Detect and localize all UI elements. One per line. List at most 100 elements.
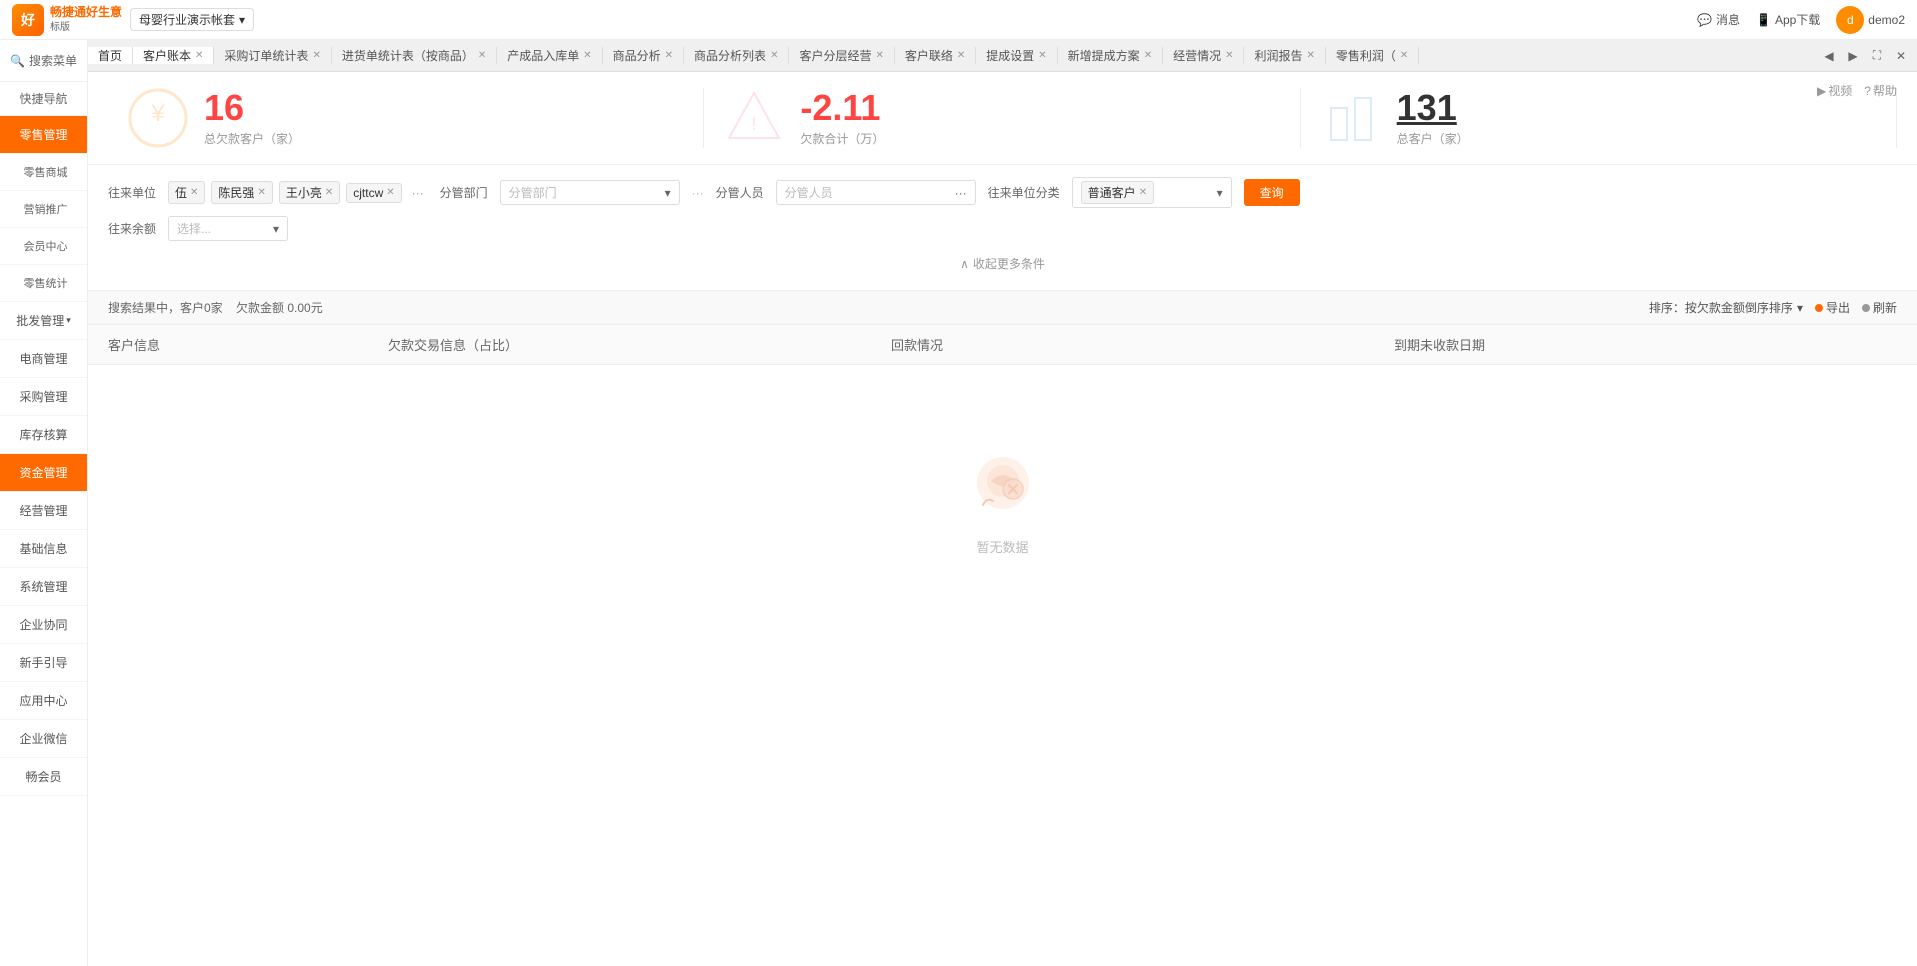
filter-tag-wang-remove[interactable]: ✕ — [325, 187, 333, 198]
help-btn[interactable]: ? 帮助 — [1864, 82, 1897, 99]
user-btn[interactable]: d demo2 — [1836, 6, 1905, 34]
tab-purchase-order-close[interactable]: ✕ — [312, 50, 320, 61]
stat-item-total: 131 总客户（家） — [1301, 88, 1897, 148]
svg-text:¥: ¥ — [150, 100, 165, 127]
video-help-btn[interactable]: ▶ 视频 — [1817, 82, 1852, 99]
sidebar-item-inventory[interactable]: 库存核算 — [0, 416, 87, 454]
sidebar-item-basic[interactable]: 基础信息 — [0, 530, 87, 568]
tab-next-btn[interactable]: ▶ — [1843, 46, 1863, 66]
stat-number-total: 131 — [1397, 90, 1469, 126]
sidebar-item-purchase[interactable]: 采购管理 — [0, 378, 87, 416]
tab-fullscreen-btn[interactable]: ⛶ — [1867, 46, 1887, 66]
person-more-icon: ··· — [955, 186, 967, 200]
tab-purchase-order[interactable]: 采购订单统计表 ✕ — [214, 47, 331, 64]
export-btn[interactable]: 导出 — [1815, 299, 1850, 316]
sidebar-item-wholesale-mgmt[interactable]: 批发管理 ▾ — [0, 302, 87, 340]
filter-tag-cjttcw[interactable]: cjttcw ✕ — [346, 183, 401, 203]
refresh-btn[interactable]: 刷新 — [1862, 299, 1897, 316]
sidebar-item-weixin[interactable]: 企业微信 — [0, 720, 87, 758]
tab-retail-profit-close[interactable]: ✕ — [1400, 50, 1408, 61]
message-btn[interactable]: 💬 消息 — [1697, 11, 1740, 28]
classify-filter-select[interactable]: 普通客户 ✕ ▾ — [1072, 177, 1232, 208]
header-right: 💬 消息 📱 App下载 d demo2 — [1697, 6, 1905, 34]
tab-home[interactable]: 首页 — [88, 47, 133, 64]
tab-product-analysis[interactable]: 商品分析 ✕ — [603, 47, 684, 64]
col-header-repayment: 回款情况 — [891, 335, 1394, 354]
sidebar-item-apps[interactable]: 应用中心 — [0, 682, 87, 720]
search-menu-btn[interactable]: 🔍 搜索菜单 — [6, 48, 81, 73]
tab-customer-ledger-label: 客户账本 — [143, 47, 191, 64]
quick-nav-btn[interactable]: 快捷导航 — [0, 82, 87, 116]
tab-customer-layer[interactable]: 客户分层经营 ✕ — [789, 47, 894, 64]
sidebar-item-ecommerce[interactable]: 电商管理 — [0, 340, 87, 378]
tab-customer-contact[interactable]: 客户联络 ✕ — [895, 47, 976, 64]
collapse-btn[interactable]: ∧ 收起更多条件 — [108, 249, 1897, 278]
tab-customer-layer-close[interactable]: ✕ — [875, 50, 883, 61]
tab-product-analysis-label: 商品分析 — [613, 47, 661, 64]
tab-product-analysis-list-close[interactable]: ✕ — [770, 50, 778, 61]
tab-close-all-btn[interactable]: ✕ — [1891, 46, 1911, 66]
tab-product-analysis-close[interactable]: ✕ — [665, 50, 673, 61]
tab-product-instock-close[interactable]: ✕ — [583, 50, 591, 61]
balance-filter-label: 往来余额 — [108, 220, 156, 237]
tab-retail-profit[interactable]: 零售利润（ ✕ — [1326, 47, 1419, 64]
unit-filter-more[interactable]: ··· — [408, 184, 428, 202]
demo-select[interactable]: 母婴行业演示帐套 ▾ — [130, 8, 254, 31]
sidebar-item-enterprise[interactable]: 企业协同 — [0, 606, 87, 644]
sidebar-item-finance[interactable]: 资金管理 — [0, 454, 87, 492]
tab-ops-status-close[interactable]: ✕ — [1225, 50, 1233, 61]
search-menu-label: 搜索菜单 — [29, 52, 77, 69]
refresh-dot — [1862, 304, 1870, 312]
quick-nav-label: 快捷导航 — [19, 90, 67, 107]
tab-profit-report-close[interactable]: ✕ — [1307, 50, 1315, 61]
stat-label-amount: 欠款合计（万） — [800, 130, 884, 147]
sidebar-item-ops[interactable]: 经营管理 — [0, 492, 87, 530]
col-header-debt: 欠款交易信息（占比） — [388, 335, 891, 354]
sidebar-item-marketing[interactable]: 营销推广 — [0, 191, 87, 228]
filter-tag-wu-remove[interactable]: ✕ — [190, 187, 198, 198]
filter-tag-chen-remove[interactable]: ✕ — [257, 187, 265, 198]
tab-customer-ledger-close[interactable]: ✕ — [195, 50, 203, 61]
dept-dropdown-icon: ▾ — [665, 186, 671, 200]
question-icon: ? — [1864, 84, 1871, 98]
tab-new-commission[interactable]: 新增提成方案 ✕ — [1058, 47, 1163, 64]
tab-commission-setting[interactable]: 提成设置 ✕ — [976, 47, 1057, 64]
sidebar-item-system[interactable]: 系统管理 — [0, 568, 87, 606]
person-filter-input[interactable]: 分管人员 ··· — [776, 180, 976, 205]
sidebar-item-retail-mgmt[interactable]: 零售管理 — [0, 116, 87, 154]
balance-filter-select[interactable]: 选择... ▾ — [168, 216, 288, 241]
dept-filter-select[interactable]: 分管部门 ▾ — [500, 180, 680, 205]
tab-customer-contact-close[interactable]: ✕ — [957, 50, 965, 61]
help-label: 帮助 — [1873, 82, 1897, 99]
query-btn[interactable]: 查询 — [1244, 179, 1300, 206]
filter-tag-wang[interactable]: 王小亮 ✕ — [279, 181, 340, 204]
download-btn[interactable]: 📱 App下载 — [1756, 11, 1820, 28]
sidebar-item-retail-stats[interactable]: 零售统计 — [0, 265, 87, 302]
normal-customer-remove[interactable]: ✕ — [1139, 187, 1147, 198]
classify-filter-label: 往来单位分类 — [988, 184, 1060, 201]
sidebar-item-retail-mall[interactable]: 零售商城 — [0, 154, 87, 191]
tab-product-analysis-list[interactable]: 商品分析列表 ✕ — [684, 47, 789, 64]
tab-prev-btn[interactable]: ◀ — [1819, 46, 1839, 66]
tab-profit-report[interactable]: 利润报告 ✕ — [1244, 47, 1325, 64]
sidebar-item-guide[interactable]: 新手引导 — [0, 644, 87, 682]
filter-tag-cjttcw-remove[interactable]: ✕ — [386, 187, 394, 198]
tab-customer-ledger[interactable]: 客户账本 ✕ — [133, 47, 214, 64]
dept-more-icon[interactable]: ··· — [692, 186, 704, 200]
tab-ops-status[interactable]: 经营情况 ✕ — [1163, 47, 1244, 64]
filter-tag-wu[interactable]: 伍 ✕ — [168, 181, 205, 204]
main-layout: 🔍 搜索菜单 快捷导航 零售管理 零售商城 营销推广 会员中心 零售统计 批发管… — [0, 40, 1917, 966]
stat-values-customers: 16 总欠款客户（家） — [204, 90, 300, 147]
tab-purchase-stats-close[interactable]: ✕ — [478, 50, 486, 61]
person-placeholder: 分管人员 — [785, 184, 833, 201]
filter-tag-chen[interactable]: 陈民强 ✕ — [211, 181, 272, 204]
tab-purchase-stats[interactable]: 进货单统计表（按商品） ✕ — [332, 47, 497, 64]
sidebar-item-member-center[interactable]: 会员中心 — [0, 228, 87, 265]
tab-product-instock[interactable]: 产成品入库单 ✕ — [497, 47, 602, 64]
tab-product-analysis-list-label: 商品分析列表 — [694, 47, 766, 64]
sidebar-item-member[interactable]: 畅会员 — [0, 758, 87, 796]
sort-select[interactable]: 排序：按欠款金额倒序排序 ▾ — [1649, 299, 1803, 316]
filter-tag-normal-customer[interactable]: 普通客户 ✕ — [1081, 181, 1154, 204]
tab-new-commission-close[interactable]: ✕ — [1144, 50, 1152, 61]
tab-commission-setting-close[interactable]: ✕ — [1038, 50, 1046, 61]
